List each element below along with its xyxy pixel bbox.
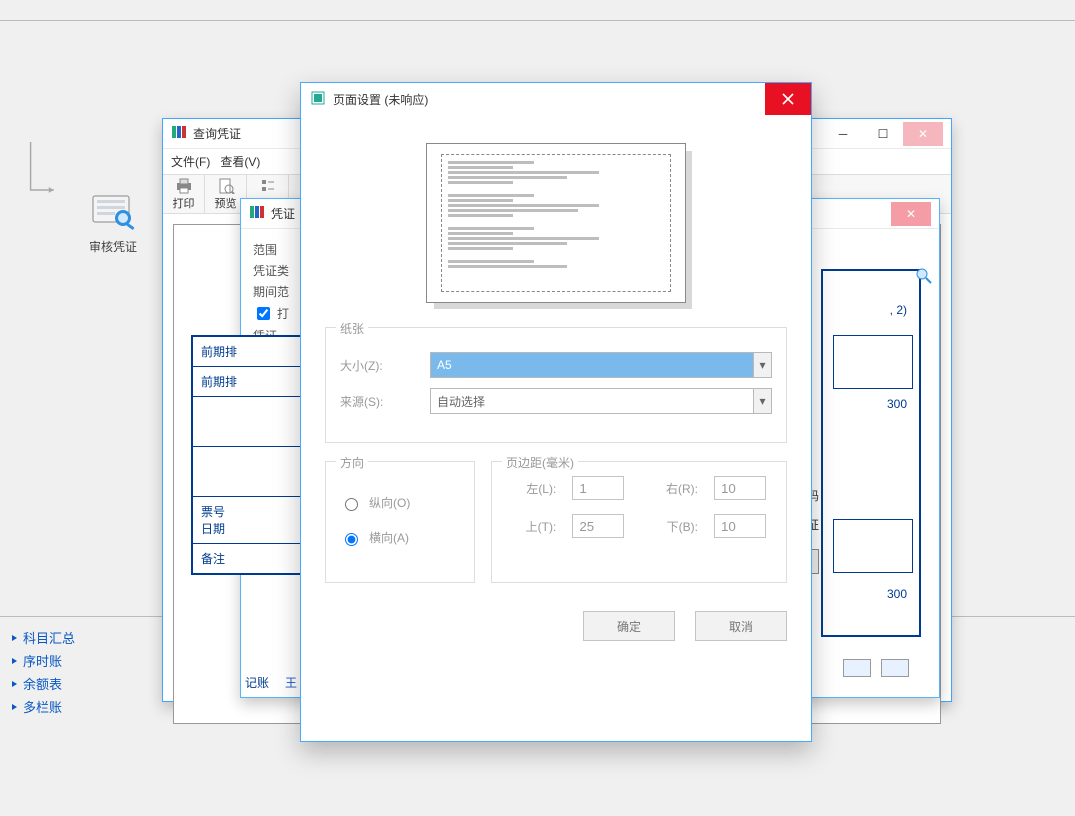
group-orientation: 方向 纵向(O) 横向(A) xyxy=(325,461,475,583)
margin-top-label: 上(T): xyxy=(506,518,556,535)
orientation-landscape-label: 横向(A) xyxy=(369,529,409,546)
print-checkbox-label: 打 xyxy=(277,305,289,322)
dialog-title: 页面设置 (未响应) xyxy=(333,91,428,108)
margin-left-label: 左(L): xyxy=(506,480,556,497)
orientation-portrait-radio[interactable] xyxy=(345,498,358,511)
menu-file[interactable]: 文件(F) xyxy=(171,153,210,170)
right-slot xyxy=(833,335,913,389)
close-button[interactable]: ✕ xyxy=(903,122,943,146)
app-icon xyxy=(171,124,187,143)
nav-item-balance-sheet[interactable]: 余额表 xyxy=(4,672,164,695)
voucher-right-box: , 2) 300 300 xyxy=(821,269,921,637)
group-paper: 纸张 大小(Z): A5 ▾ 来源(S): 自动选择 ▾ xyxy=(325,327,787,443)
top-divider xyxy=(0,20,1075,21)
nav-marker-icon xyxy=(12,681,17,687)
margin-right-label: 右(R): xyxy=(646,480,698,497)
mini-icon[interactable] xyxy=(843,659,871,677)
group-margins: 页边距(毫米) 左(L): 右(R): 上(T): 下(B): xyxy=(491,461,787,583)
audit-voucher-icon xyxy=(89,190,137,230)
margin-bottom-input[interactable] xyxy=(714,514,766,538)
print-checkbox[interactable] xyxy=(257,307,270,320)
app-icon xyxy=(249,204,265,223)
margin-right-input[interactable] xyxy=(714,476,766,500)
mini-icon[interactable] xyxy=(881,659,909,677)
voucher-bottom-row: 记账 王 xyxy=(245,674,297,691)
workflow-node-audit[interactable]: 审核凭证 xyxy=(78,190,148,255)
nav-item-multi-column[interactable]: 多栏账 xyxy=(4,695,164,718)
chevron-down-icon: ▾ xyxy=(753,389,771,413)
right-num-format: , 2) xyxy=(890,303,907,317)
toolbar-print-label: 打印 xyxy=(163,195,204,211)
nav-marker-icon xyxy=(12,635,17,641)
menu-view[interactable]: 查看(V) xyxy=(220,153,260,170)
right-value: 300 xyxy=(887,397,907,411)
maximize-button[interactable]: ☐ xyxy=(863,122,903,146)
nav-item-label: 科目汇总 xyxy=(23,628,75,647)
magnifier-icon[interactable] xyxy=(915,267,933,285)
group-paper-legend: 纸张 xyxy=(336,320,368,337)
dialog-close-button[interactable] xyxy=(765,83,811,115)
paper-source-value: 自动选择 xyxy=(437,393,485,410)
orientation-landscape-radio[interactable] xyxy=(345,533,358,546)
margin-bottom-label: 下(B): xyxy=(646,518,698,535)
chevron-down-icon: ▾ xyxy=(753,353,771,377)
group-margins-legend: 页边距(毫米) xyxy=(502,454,578,471)
paper-source-label: 来源(S): xyxy=(340,393,430,410)
dialog-app-icon xyxy=(311,91,325,108)
close-icon xyxy=(781,92,795,106)
nav-item-label: 多栏账 xyxy=(23,697,62,716)
dialog-page-setup: 页面设置 (未响应) xyxy=(300,82,812,742)
right-slot xyxy=(833,519,913,573)
print-icon xyxy=(163,177,204,195)
window-title: 凭证 xyxy=(271,205,295,222)
cancel-button[interactable]: 取消 xyxy=(695,611,787,641)
window-title: 查询凭证 xyxy=(193,125,241,142)
maximize-button[interactable] xyxy=(851,202,891,226)
minimize-button[interactable] xyxy=(811,202,851,226)
page-preview xyxy=(426,143,686,303)
nav-marker-icon xyxy=(12,704,17,710)
close-button[interactable]: ✕ xyxy=(891,202,931,226)
dialog-titlebar[interactable]: 页面设置 (未响应) xyxy=(301,83,811,115)
workflow-node-label: 审核凭证 xyxy=(78,238,148,255)
paper-size-value: A5 xyxy=(437,358,452,372)
nav-item-label: 序时账 xyxy=(23,651,62,670)
nav-item-time-journal[interactable]: 序时账 xyxy=(4,649,164,672)
margin-top-input[interactable] xyxy=(572,514,624,538)
post-label: 记账 xyxy=(245,674,269,691)
nav-item-label: 余额表 xyxy=(23,674,62,693)
workflow-arrow xyxy=(0,142,75,222)
more-icon xyxy=(247,177,288,195)
paper-size-select[interactable]: A5 ▾ xyxy=(430,352,772,378)
nav-item-subject-summary[interactable]: 科目汇总 xyxy=(4,626,164,649)
ok-button[interactable]: 确定 xyxy=(583,611,675,641)
paper-size-label: 大小(Z): xyxy=(340,357,430,374)
nav-marker-icon xyxy=(12,658,17,664)
orientation-landscape[interactable]: 横向(A) xyxy=(340,529,460,546)
group-orientation-legend: 方向 xyxy=(336,454,368,471)
voucher-bottom-icons xyxy=(843,659,909,677)
right-value: 300 xyxy=(887,587,907,601)
margin-left-input[interactable] xyxy=(572,476,624,500)
nav-tree: 科目汇总 序时账 余额表 多栏账 xyxy=(4,626,164,718)
paper-source-select[interactable]: 自动选择 ▾ xyxy=(430,388,772,414)
post-value: 王 xyxy=(285,674,297,691)
orientation-portrait-label: 纵向(O) xyxy=(369,494,410,511)
minimize-button[interactable]: ─ xyxy=(823,122,863,146)
dialog-actions: 确定 取消 xyxy=(325,601,787,641)
toolbar-print[interactable]: 打印 xyxy=(163,175,205,213)
preview-icon xyxy=(205,177,246,195)
orientation-portrait[interactable]: 纵向(O) xyxy=(340,494,460,511)
